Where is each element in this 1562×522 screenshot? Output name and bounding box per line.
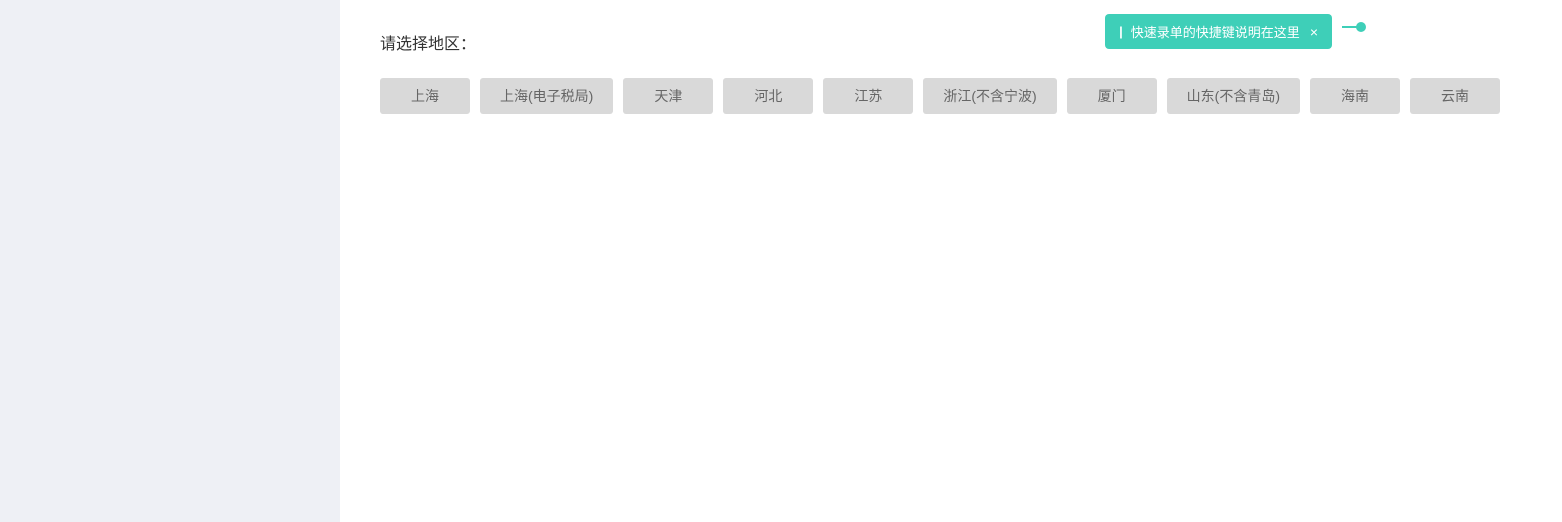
region-btn-zhejiang[interactable]: 浙江(不含宁波) [923, 78, 1056, 114]
tooltip-dot [1356, 22, 1366, 32]
main-content: 请选择地区： 上海上海(电子税局) 天津河北江苏浙江(不含宁波) 厦门山东(不含青岛… [340, 0, 1562, 522]
region-btn-jiangsu[interactable]: 江苏 [823, 78, 913, 114]
tooltip-text: 快速录单的快捷键说明在这里 [1131, 22, 1300, 41]
region-btn-hainan[interactable]: 海南 [1310, 78, 1400, 114]
region-buttons-container: 上海上海(电子税局) 天津河北江苏浙江(不含宁波) 厦门山东(不含青岛) 海南云南 [380, 78, 1522, 114]
region-btn-shanghai-etax[interactable]: 上海(电子税局) [480, 78, 613, 114]
sidebar [0, 0, 340, 522]
tooltip-close-button[interactable]: × [1310, 24, 1318, 40]
region-btn-hebei[interactable]: 河北 [723, 78, 813, 114]
region-btn-tianjin[interactable]: 天津 [623, 78, 713, 114]
region-btn-shanghai[interactable]: 上海 [380, 78, 470, 114]
page-title: 请选择地区： [380, 30, 1522, 54]
region-btn-yunnan[interactable]: 云南 [1410, 78, 1500, 114]
tooltip-badge: 快速录单的快捷键说明在这里 × [1105, 14, 1332, 49]
region-btn-xiamen[interactable]: 厦门 [1067, 78, 1157, 114]
region-btn-shandong[interactable]: 山东(不含青岛) [1167, 78, 1300, 114]
